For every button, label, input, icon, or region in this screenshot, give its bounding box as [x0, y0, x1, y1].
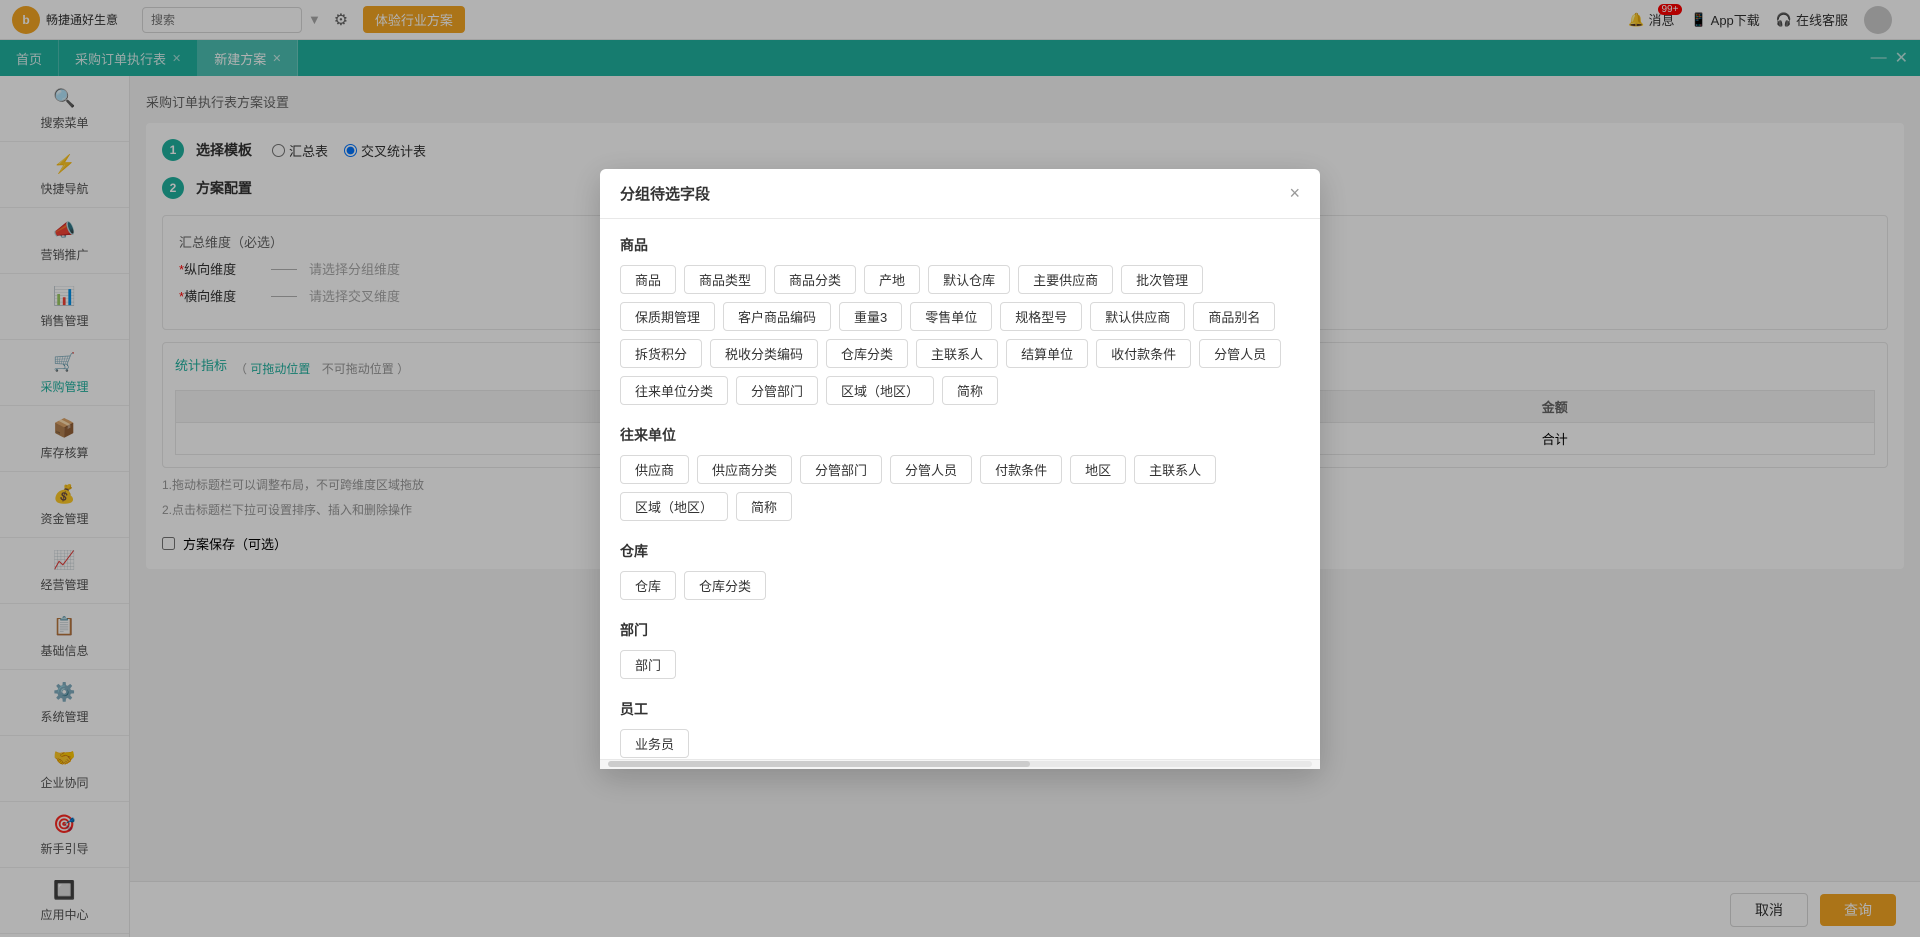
modal-scrollbar-area [600, 759, 1320, 768]
modal-header: 分组待选字段 × [600, 169, 1320, 219]
field-tag[interactable]: 商品类型 [684, 265, 766, 294]
modal-overlay: 分组待选字段 × 商品 商品 商品类型 商品分类 产地 默认仓库 主要供应商 批… [0, 0, 1920, 937]
field-tag[interactable]: 简称 [736, 492, 792, 521]
field-section-dept: 部门 部门 [620, 620, 1300, 679]
horizontal-scrollbar[interactable] [608, 761, 1312, 767]
field-tags-goods: 商品 商品类型 商品分类 产地 默认仓库 主要供应商 批次管理 保质期管理 客户… [620, 265, 1300, 405]
field-tag[interactable]: 默认供应商 [1090, 302, 1185, 331]
field-tag[interactable]: 默认仓库 [928, 265, 1010, 294]
modal-title: 分组待选字段 [620, 183, 710, 204]
field-section-warehouse: 仓库 仓库 仓库分类 [620, 541, 1300, 600]
field-section-staff: 员工 业务员 [620, 699, 1300, 758]
field-tag[interactable]: 业务员 [620, 729, 689, 758]
field-section-warehouse-title: 仓库 [620, 541, 1300, 561]
field-tag[interactable]: 分管人员 [890, 455, 972, 484]
field-tag[interactable]: 分管人员 [1199, 339, 1281, 368]
field-tags-partner: 供应商 供应商分类 分管部门 分管人员 付款条件 地区 主联系人 区域（地区） … [620, 455, 1300, 521]
field-tags-warehouse: 仓库 仓库分类 [620, 571, 1300, 600]
field-tag[interactable]: 分管部门 [736, 376, 818, 405]
modal-close-icon[interactable]: × [1289, 184, 1300, 202]
field-tag[interactable]: 商品别名 [1193, 302, 1275, 331]
field-tag[interactable]: 付款条件 [980, 455, 1062, 484]
field-tag[interactable]: 简称 [942, 376, 998, 405]
field-section-goods: 商品 商品 商品类型 商品分类 产地 默认仓库 主要供应商 批次管理 保质期管理… [620, 235, 1300, 405]
field-tag[interactable]: 保质期管理 [620, 302, 715, 331]
modal-body: 商品 商品 商品类型 商品分类 产地 默认仓库 主要供应商 批次管理 保质期管理… [600, 219, 1320, 760]
field-section-staff-title: 员工 [620, 699, 1300, 719]
field-tag[interactable]: 重量3 [839, 302, 902, 331]
field-section-dept-title: 部门 [620, 620, 1300, 640]
field-tag[interactable]: 供应商分类 [697, 455, 792, 484]
field-tag[interactable]: 商品分类 [774, 265, 856, 294]
field-tag[interactable]: 仓库 [620, 571, 676, 600]
field-tag[interactable]: 结算单位 [1006, 339, 1088, 368]
field-tag[interactable]: 供应商 [620, 455, 689, 484]
modal: 分组待选字段 × 商品 商品 商品类型 商品分类 产地 默认仓库 主要供应商 批… [600, 169, 1320, 769]
field-tag[interactable]: 部门 [620, 650, 676, 679]
field-tag[interactable]: 区域（地区） [826, 376, 934, 405]
field-tag[interactable]: 零售单位 [910, 302, 992, 331]
field-tags-staff: 业务员 [620, 729, 1300, 758]
field-tag[interactable]: 商品 [620, 265, 676, 294]
field-tag[interactable]: 分管部门 [800, 455, 882, 484]
field-tag[interactable]: 批次管理 [1121, 265, 1203, 294]
field-tag[interactable]: 主联系人 [1134, 455, 1216, 484]
field-tags-dept: 部门 [620, 650, 1300, 679]
field-tag[interactable]: 仓库分类 [684, 571, 766, 600]
field-tag[interactable]: 往来单位分类 [620, 376, 728, 405]
field-tag[interactable]: 产地 [864, 265, 920, 294]
field-tag[interactable]: 主要供应商 [1018, 265, 1113, 294]
field-section-partner: 往来单位 供应商 供应商分类 分管部门 分管人员 付款条件 地区 主联系人 区域… [620, 425, 1300, 521]
scrollbar-thumb [608, 761, 1030, 767]
field-tag[interactable]: 客户商品编码 [723, 302, 831, 331]
field-tag[interactable]: 地区 [1070, 455, 1126, 484]
field-tag[interactable]: 仓库分类 [826, 339, 908, 368]
field-tag[interactable]: 税收分类编码 [710, 339, 818, 368]
field-section-goods-title: 商品 [620, 235, 1300, 255]
field-tag[interactable]: 规格型号 [1000, 302, 1082, 331]
field-tag[interactable]: 拆货积分 [620, 339, 702, 368]
field-tag[interactable]: 区域（地区） [620, 492, 728, 521]
field-section-partner-title: 往来单位 [620, 425, 1300, 445]
field-tag[interactable]: 主联系人 [916, 339, 998, 368]
field-tag[interactable]: 收付款条件 [1096, 339, 1191, 368]
